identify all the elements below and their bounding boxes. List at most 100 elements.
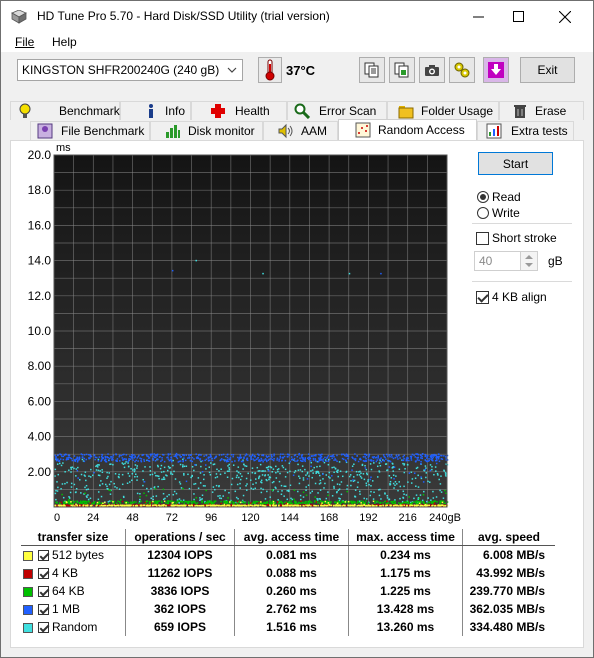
ops-cell: 3836 IOPS bbox=[125, 582, 235, 600]
options-button[interactable] bbox=[449, 57, 475, 83]
save-icon bbox=[488, 62, 504, 78]
results-row: Random 659 IOPS 1.516 ms 13.260 ms 334.480 M… bbox=[21, 618, 555, 636]
tab-benchmark[interactable]: Benchmark bbox=[10, 101, 120, 120]
tab-aam[interactable]: AAM bbox=[263, 121, 338, 140]
maximize-button[interactable] bbox=[495, 1, 541, 32]
tab-health[interactable]: Health bbox=[191, 101, 287, 120]
results-row: 512 bytes 12304 IOPS 0.081 ms 0.234 ms 6.008… bbox=[21, 545, 555, 565]
temperature-value: 37°C bbox=[286, 63, 316, 78]
drive-select[interactable]: KINGSTON SHFR200240G (240 gB) bbox=[17, 59, 243, 81]
tab-error-scan[interactable]: Error Scan bbox=[287, 101, 387, 120]
avg-cell: 0.081 ms bbox=[234, 545, 349, 564]
speed-cell: 334.480 MB/s bbox=[462, 618, 555, 636]
maximize-icon bbox=[512, 11, 524, 22]
copy-screenshot-button[interactable] bbox=[389, 57, 415, 83]
trash-icon bbox=[514, 105, 526, 118]
max-cell: 13.428 ms bbox=[348, 600, 463, 618]
write-radio[interactable] bbox=[477, 207, 489, 219]
stroke-size-input[interactable]: 40 bbox=[474, 251, 538, 271]
ops-cell: 659 IOPS bbox=[125, 618, 235, 636]
menu-file[interactable]: File bbox=[15, 35, 34, 49]
ops-cell: 12304 IOPS bbox=[125, 545, 235, 564]
close-button[interactable] bbox=[542, 1, 588, 32]
series-visible-checkbox[interactable] bbox=[38, 604, 49, 616]
random-access-icon bbox=[355, 122, 371, 138]
minimize-icon bbox=[472, 16, 484, 18]
tab-disk-monitor[interactable]: Disk monitor bbox=[150, 121, 263, 140]
temperature-button[interactable] bbox=[258, 57, 282, 83]
copy-info-button[interactable] bbox=[359, 57, 385, 83]
camera-icon bbox=[425, 65, 439, 76]
transfer-size-cell: 512 bytes bbox=[21, 546, 126, 565]
exit-button[interactable]: Exit bbox=[520, 57, 575, 83]
tab-random-access[interactable]: Random Access bbox=[338, 119, 477, 140]
results-row: 64 KB 3836 IOPS 0.260 ms 1.225 ms 239.770 MB… bbox=[21, 582, 555, 600]
app-window: HD Tune Pro 5.70 - Hard Disk/SSD Utility… bbox=[0, 0, 594, 658]
results-table: transfer size operations / sec avg. acce… bbox=[21, 529, 555, 636]
copy-info-icon bbox=[364, 62, 379, 78]
tab-file-benchmark[interactable]: File Benchmark bbox=[30, 121, 150, 140]
avg-cell: 0.088 ms bbox=[234, 564, 349, 582]
drive-select-value: KINGSTON SHFR200240G (240 gB) bbox=[22, 63, 220, 77]
separator bbox=[472, 281, 572, 282]
info-icon bbox=[149, 104, 153, 118]
series-visible-checkbox[interactable] bbox=[38, 550, 49, 562]
series-visible-checkbox[interactable] bbox=[38, 568, 49, 580]
folder-icon bbox=[398, 106, 414, 119]
tab-row-2: File Benchmark Disk monitor AAM Random A… bbox=[10, 119, 584, 141]
spinner-arrows-icon bbox=[525, 255, 533, 267]
max-cell: 1.225 ms bbox=[348, 582, 463, 600]
transfer-size-cell: 64 KB bbox=[21, 582, 126, 600]
series-color-swatch bbox=[23, 568, 33, 579]
results-row: 4 KB 11262 IOPS 0.088 ms 1.175 ms 43.992 MB/… bbox=[21, 564, 555, 582]
chevron-down-icon bbox=[227, 67, 237, 73]
menu-help[interactable]: Help bbox=[52, 35, 77, 49]
ops-cell: 362 IOPS bbox=[125, 600, 235, 618]
magnifier-icon bbox=[294, 103, 310, 119]
align-label: 4 KB align bbox=[492, 290, 547, 304]
start-button[interactable]: Start bbox=[478, 152, 553, 175]
speed-cell: 362.035 MB/s bbox=[462, 600, 555, 618]
series-visible-checkbox[interactable] bbox=[38, 622, 49, 634]
tab-extra-tests[interactable]: Extra tests bbox=[477, 121, 574, 140]
avg-cell: 1.516 ms bbox=[234, 618, 349, 636]
extra-tests-icon bbox=[486, 123, 502, 139]
column-header: transfer size bbox=[21, 529, 126, 546]
close-icon bbox=[559, 10, 571, 23]
results-row: 1 MB 362 IOPS 2.762 ms 13.428 ms 362.035 MB/… bbox=[21, 600, 555, 618]
short-stroke-checkbox[interactable] bbox=[476, 232, 489, 245]
series-name: 64 KB bbox=[52, 584, 85, 598]
column-header: avg. access time bbox=[234, 529, 349, 546]
short-stroke-label: Short stroke bbox=[492, 231, 557, 245]
camera-button[interactable] bbox=[419, 57, 445, 83]
app-logo-icon bbox=[11, 10, 27, 24]
speaker-icon bbox=[278, 123, 293, 139]
column-header: max. access time bbox=[348, 529, 463, 546]
read-radio[interactable] bbox=[477, 191, 489, 203]
separator bbox=[472, 223, 572, 224]
tab-erase[interactable]: Erase bbox=[499, 101, 584, 120]
series-name: 1 MB bbox=[52, 602, 81, 616]
title-bar[interactable]: HD Tune Pro 5.70 - Hard Disk/SSD Utility… bbox=[1, 1, 593, 32]
read-label: Read bbox=[492, 190, 521, 204]
spinner-buttons[interactable] bbox=[520, 252, 537, 270]
column-header: avg. speed bbox=[462, 529, 555, 546]
speed-cell: 239.770 MB/s bbox=[462, 582, 555, 600]
series-name: Random bbox=[52, 620, 98, 634]
align-checkbox[interactable] bbox=[476, 291, 489, 304]
series-name: 4 KB bbox=[52, 566, 79, 580]
max-cell: 13.260 ms bbox=[348, 618, 463, 636]
write-label: Write bbox=[492, 206, 520, 220]
save-button[interactable] bbox=[483, 57, 509, 83]
max-cell: 0.234 ms bbox=[348, 545, 463, 564]
speed-cell: 6.008 MB/s bbox=[462, 545, 555, 564]
menu-bar: File Help bbox=[1, 32, 593, 52]
tab-folder-usage[interactable]: Folder Usage bbox=[387, 101, 499, 120]
results-header-row: transfer size operations / sec avg. acce… bbox=[21, 529, 555, 546]
series-visible-checkbox[interactable] bbox=[38, 586, 49, 598]
ops-cell: 11262 IOPS bbox=[125, 564, 235, 582]
max-cell: 1.175 ms bbox=[348, 564, 463, 582]
tab-info[interactable]: Info bbox=[120, 101, 191, 120]
series-color-swatch bbox=[23, 550, 33, 561]
window-title: HD Tune Pro 5.70 - Hard Disk/SSD Utility… bbox=[37, 9, 330, 23]
